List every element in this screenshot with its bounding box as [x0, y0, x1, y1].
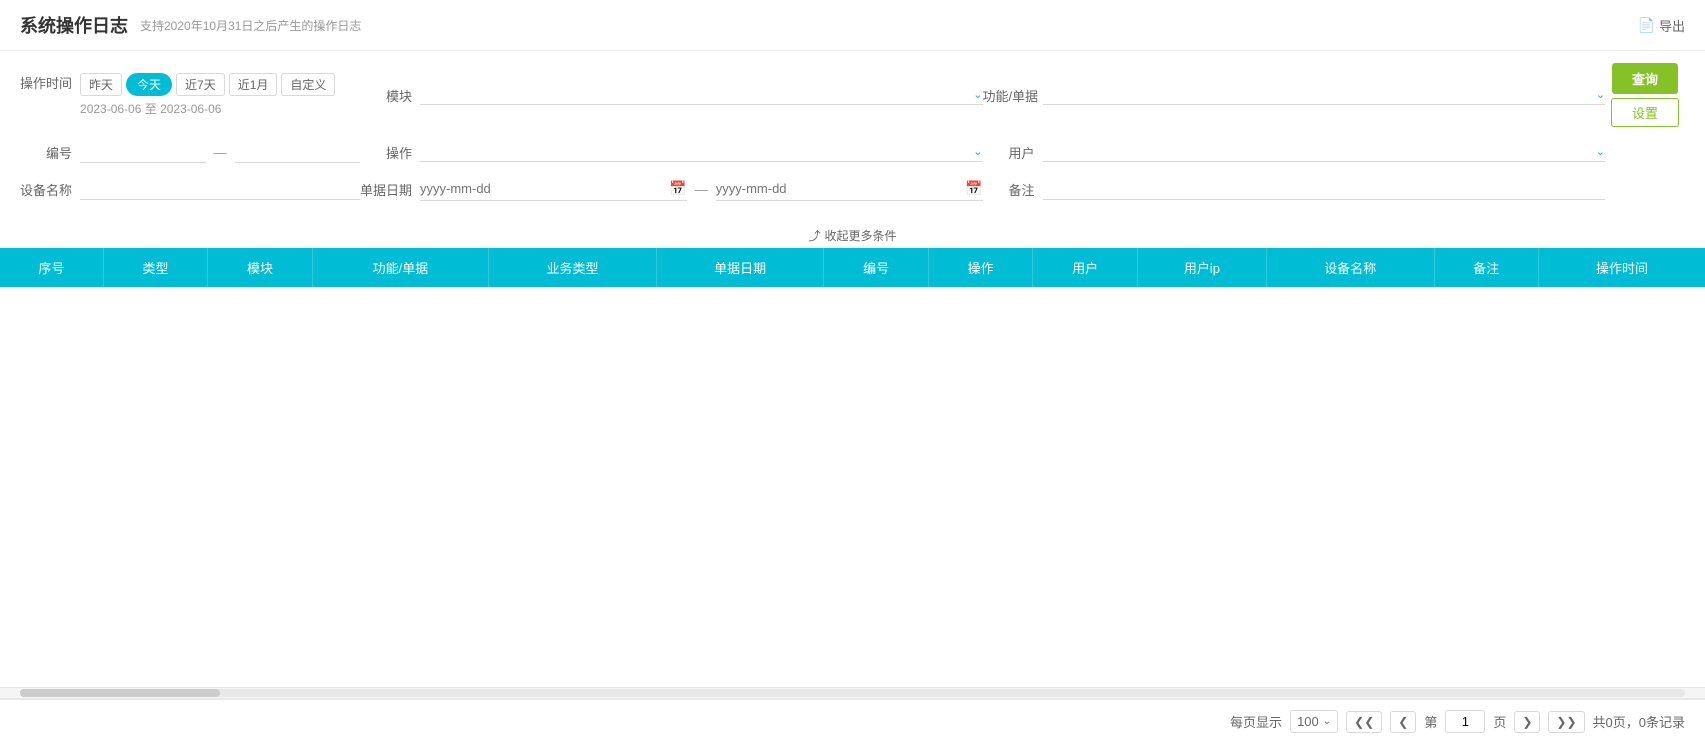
func-filter-col: 功能/单据 ⌄	[983, 85, 1606, 105]
module-label: 模块	[360, 86, 412, 105]
collapse-up-icon: ⤴	[808, 227, 820, 244]
filter-row-3: 设备名称 单据日期 📅 — 📅	[20, 177, 1685, 201]
date-end-input[interactable]	[716, 181, 961, 196]
page-size-value: 100	[1297, 714, 1319, 729]
data-table: 序号 类型 模块 功能/单据 业务类型 单据日期 编号 操作 用户 用户ip 设…	[0, 248, 1705, 287]
op-dropdown-icon: ⌄	[973, 145, 982, 158]
page-size-arrow-icon: ⌄	[1323, 716, 1331, 727]
func-select[interactable]: ⌄	[1043, 85, 1606, 105]
filter-row-2: 编号 — 操作 ⌄ 用户	[20, 141, 1685, 163]
op-filter-col: 操作 ⌄	[360, 142, 983, 162]
func-label: 功能/单据	[983, 86, 1035, 105]
time-btn-yesterday[interactable]: 昨天	[80, 73, 122, 96]
calendar-start-icon[interactable]: 📅	[669, 180, 686, 197]
collapse-bar: ⤴ 收起更多条件	[20, 219, 1685, 248]
collapse-button[interactable]: ⤴ 收起更多条件	[808, 227, 896, 244]
user-label: 用户	[983, 143, 1035, 162]
action-buttons-col: 查询 设置	[1605, 63, 1685, 127]
time-filter-col: 操作时间 昨天 今天 近7天 近1月 自定义 2023-06-06 至 2023…	[20, 73, 360, 117]
col-header-user: 用户	[1033, 248, 1137, 287]
page-size-label: 每页显示	[1230, 712, 1282, 731]
col-header-func: 功能/单据	[312, 248, 488, 287]
col-header-remark: 备注	[1434, 248, 1538, 287]
time-btn-1month[interactable]: 近1月	[229, 73, 278, 96]
col-header-biz-type: 业务类型	[489, 248, 657, 287]
time-btn-custom[interactable]: 自定义	[281, 73, 335, 96]
filter-row-1: 操作时间 昨天 今天 近7天 近1月 自定义 2023-06-06 至 2023…	[20, 63, 1685, 127]
col-header-date: 单据日期	[656, 248, 824, 287]
filter-section: 操作时间 昨天 今天 近7天 近1月 自定义 2023-06-06 至 2023…	[0, 51, 1705, 248]
time-label: 操作时间	[20, 73, 72, 92]
col-header-index: 序号	[0, 248, 103, 287]
user-dropdown-icon: ⌄	[1596, 145, 1605, 158]
last-page-button[interactable]: ❯❯	[1548, 711, 1584, 733]
empty-area	[0, 287, 1705, 627]
table-container: 序号 类型 模块 功能/单据 业务类型 单据日期 编号 操作 用户 用户ip 设…	[0, 248, 1705, 687]
export-icon: 📄	[1638, 17, 1655, 34]
page-size-select[interactable]: 100 ⌄	[1290, 710, 1338, 733]
date-label: 单据日期	[360, 180, 412, 199]
query-button[interactable]: 查询	[1612, 63, 1678, 94]
date-range-dash: —	[695, 182, 708, 197]
table-header-row: 序号 类型 模块 功能/单据 业务类型 单据日期 编号 操作 用户 用户ip 设…	[0, 248, 1705, 287]
user-filter-col: 用户 ⌄	[983, 142, 1606, 162]
page-unit: 页	[1493, 712, 1506, 731]
date-start-input[interactable]	[420, 181, 665, 196]
header-right: 📄 导出	[1638, 16, 1685, 35]
device-label: 设备名称	[20, 180, 72, 199]
col-header-op: 操作	[928, 248, 1032, 287]
num-input-right[interactable]	[235, 141, 361, 163]
col-header-num: 编号	[824, 248, 928, 287]
num-label: 编号	[20, 143, 72, 162]
time-btn-today[interactable]: 今天	[126, 73, 172, 96]
first-page-button[interactable]: ❮❮	[1346, 711, 1382, 733]
remark-input[interactable]	[1043, 178, 1606, 200]
user-select[interactable]: ⌄	[1043, 142, 1606, 162]
remark-filter-col: 备注	[983, 178, 1606, 200]
page-label: 第	[1424, 712, 1437, 731]
total-info: 共0页，0条记录	[1593, 712, 1685, 731]
next-page-button[interactable]: ❯	[1514, 711, 1540, 733]
module-dropdown-icon: ⌄	[973, 88, 982, 101]
page-input[interactable]	[1445, 710, 1485, 733]
col-header-module: 模块	[208, 248, 312, 287]
horizontal-scrollbar[interactable]	[0, 687, 1705, 699]
device-input[interactable]	[80, 178, 360, 200]
page-title: 系统操作日志	[20, 12, 128, 38]
func-dropdown-icon: ⌄	[1596, 88, 1605, 101]
col-header-ip: 用户ip	[1137, 248, 1266, 287]
op-select[interactable]: ⌄	[420, 142, 983, 162]
date-end-wrap: 📅	[716, 177, 983, 201]
page-header: 系统操作日志 支持2020年10月31日之后产生的操作日志 📄 导出	[0, 0, 1705, 51]
num-range-dash: —	[214, 145, 227, 160]
time-btn-7days[interactable]: 近7天	[176, 73, 225, 96]
prev-page-button[interactable]: ❮	[1390, 711, 1416, 733]
settings-button[interactable]: 设置	[1611, 98, 1679, 127]
remark-label: 备注	[983, 180, 1035, 199]
op-label: 操作	[360, 143, 412, 162]
module-select[interactable]: ⌄	[420, 85, 983, 105]
filter-rows: 操作时间 昨天 今天 近7天 近1月 自定义 2023-06-06 至 2023…	[20, 63, 1685, 219]
scrollbar-track	[20, 689, 1685, 697]
page-subtitle: 支持2020年10月31日之后产生的操作日志	[140, 17, 361, 34]
time-buttons: 昨天 今天 近7天 近1月 自定义	[80, 73, 335, 96]
calendar-end-icon[interactable]: 📅	[965, 180, 982, 197]
pagination-bar: 每页显示 100 ⌄ ❮❮ ❮ 第 页 ❯ ❯❯ 共0页，0条记录	[0, 699, 1705, 743]
table-header: 序号 类型 模块 功能/单据 业务类型 单据日期 编号 操作 用户 用户ip 设…	[0, 248, 1705, 287]
col-header-device: 设备名称	[1266, 248, 1434, 287]
date-start-wrap: 📅	[420, 177, 687, 201]
col-header-op-time: 操作时间	[1539, 248, 1705, 287]
module-filter-col: 模块 ⌄	[360, 85, 983, 105]
time-range-display: 2023-06-06 至 2023-06-06	[80, 100, 335, 117]
num-filter-col: 编号 —	[20, 141, 360, 163]
time-filter-content: 昨天 今天 近7天 近1月 自定义 2023-06-06 至 2023-06-0…	[80, 73, 335, 117]
date-filter-col: 单据日期 📅 — 📅	[360, 177, 983, 201]
device-filter-col: 设备名称	[20, 178, 360, 200]
export-button[interactable]: 📄 导出	[1638, 16, 1685, 35]
num-input-left[interactable]	[80, 141, 206, 163]
scrollbar-thumb[interactable]	[20, 689, 220, 697]
col-header-type: 类型	[103, 248, 207, 287]
page-wrapper: 系统操作日志 支持2020年10月31日之后产生的操作日志 📄 导出 操作时间 …	[0, 0, 1705, 743]
